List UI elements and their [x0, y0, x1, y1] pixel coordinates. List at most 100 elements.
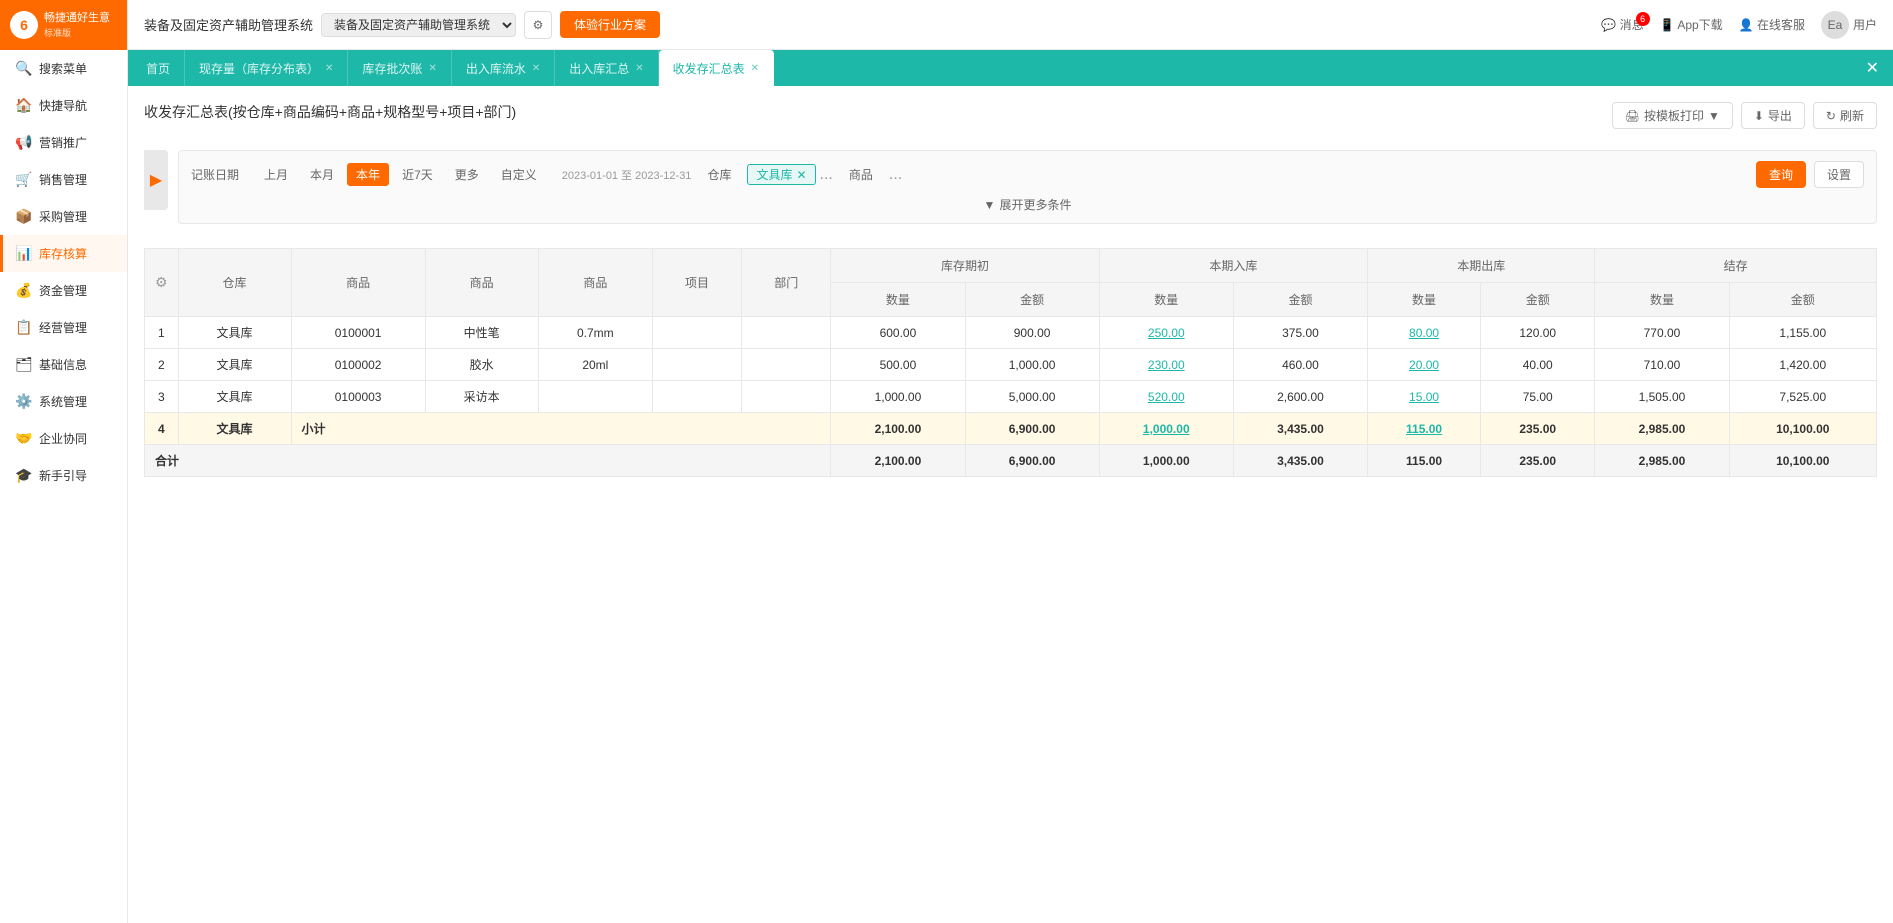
app-name: 畅捷通好生意 — [44, 11, 110, 25]
enterprise-icon: 🤝 — [15, 430, 33, 447]
settings-button[interactable]: 设置 — [1814, 161, 1864, 188]
warehouse-dots[interactable]: ... — [820, 167, 833, 183]
print-icon: 🖨 — [1625, 109, 1640, 123]
sidebar-item-operation[interactable]: 📋 经营管理 — [0, 309, 127, 346]
row-no: 2 — [145, 349, 179, 381]
sales-icon: 🛒 — [15, 171, 33, 188]
product-dots[interactable]: ... — [889, 167, 902, 183]
tab-close-recv-send-summary[interactable]: ✕ — [751, 63, 759, 74]
expand-label: 展开更多条件 — [999, 196, 1071, 213]
date-btn-7days[interactable]: 近7天 — [393, 163, 442, 186]
filter-expand[interactable]: ▼ 展开更多条件 — [191, 196, 1864, 213]
table-row: 2 文具库 0100002 胶水 20ml 500.00 1,000.00 23… — [145, 349, 1877, 381]
col-header-in: 本期入库 — [1099, 249, 1367, 283]
warehouse-tag-close[interactable]: ✕ — [796, 168, 806, 182]
export-button[interactable]: ⬇ 导出 — [1741, 102, 1805, 129]
date-btn-more[interactable]: 更多 — [446, 163, 488, 186]
sidebar-item-label: 新手引导 — [39, 467, 87, 484]
col-header-in-qty: 数量 — [1099, 283, 1233, 317]
sidebar: 6 畅捷通好生意 标准版 🔍 搜索菜单 🏠 快捷导航 📢 营销推广 🛒 销售管理… — [0, 0, 128, 923]
subtotal-out-qty[interactable]: 115.00 — [1368, 413, 1481, 445]
tab-home[interactable]: 首页 — [132, 50, 185, 86]
app-download-link[interactable]: 📱 App下载 — [1660, 16, 1723, 33]
user-menu[interactable]: Ea 用户 — [1821, 11, 1877, 39]
table-settings-icon[interactable]: ⚙ — [155, 274, 168, 290]
row-product-code: 0100002 — [291, 349, 425, 381]
gear-button[interactable]: ⚙ — [524, 11, 552, 39]
subtotal-label: 小计 — [291, 413, 831, 445]
row-product-spec — [538, 381, 652, 413]
subtotal-no: 4 — [145, 413, 179, 445]
phone-icon: 📱 — [1660, 18, 1675, 32]
refresh-button[interactable]: ↻ 刷新 — [1813, 102, 1877, 129]
filter-toggle[interactable]: ▶ — [144, 150, 168, 210]
sidebar-item-purchase[interactable]: 📦 采购管理 — [0, 198, 127, 235]
sidebar-item-enterprise[interactable]: 🤝 企业协同 — [0, 420, 127, 457]
tab-inventory-dist-label: 现存量（库存分布表） — [199, 60, 319, 77]
tab-inventory-dist[interactable]: 现存量（库存分布表） ✕ — [185, 50, 348, 86]
message-badge[interactable]: 💬 消息 6 — [1601, 16, 1643, 33]
tab-close-in-out-flow[interactable]: ✕ — [532, 63, 540, 74]
date-btn-last-month[interactable]: 上月 — [255, 163, 297, 186]
col-header-out-amt: 金额 — [1481, 283, 1595, 317]
subtotal-out-amt: 235.00 — [1481, 413, 1595, 445]
warehouse-tag[interactable]: 文具库 ✕ — [747, 164, 815, 185]
col-header-department: 部门 — [742, 249, 831, 317]
sidebar-item-search[interactable]: 🔍 搜索菜单 — [0, 50, 127, 87]
message-icon: 💬 — [1601, 18, 1616, 32]
row-product-code: 0100003 — [291, 381, 425, 413]
row-in-qty[interactable]: 250.00 — [1099, 317, 1233, 349]
tab-batch-ledger[interactable]: 库存批次账 ✕ — [348, 50, 451, 86]
tab-bar-close[interactable]: ✕ — [1856, 58, 1889, 78]
sidebar-item-sales[interactable]: 🛒 销售管理 — [0, 161, 127, 198]
tab-close-batch-ledger[interactable]: ✕ — [428, 63, 436, 74]
col-header-out: 本期出库 — [1368, 249, 1595, 283]
filter-bar: 记账日期 上月 本月 本年 近7天 更多 自定义 2023-01-01 至 20… — [178, 150, 1877, 224]
row-closing-qty: 710.00 — [1595, 349, 1729, 381]
sidebar-item-inventory[interactable]: 📊 库存核算 — [0, 235, 127, 272]
row-out-qty[interactable]: 80.00 — [1368, 317, 1481, 349]
sidebar-item-system[interactable]: ⚙️ 系统管理 — [0, 383, 127, 420]
topbar-right: 💬 消息 6 📱 App下载 👤 在线客服 Ea 用户 — [1601, 11, 1877, 39]
row-closing-qty: 1,505.00 — [1595, 381, 1729, 413]
sidebar-item-label: 系统管理 — [39, 393, 87, 410]
sidebar-item-guide[interactable]: 🎓 新手引导 — [0, 457, 127, 494]
date-btn-this-month[interactable]: 本月 — [301, 163, 343, 186]
print-label: 按模板打印 — [1644, 107, 1704, 124]
trial-button[interactable]: 体验行业方案 — [560, 11, 660, 38]
query-button[interactable]: 查询 — [1756, 161, 1806, 188]
table-settings-header: ⚙ — [145, 249, 179, 317]
row-out-qty[interactable]: 20.00 — [1368, 349, 1481, 381]
row-department — [742, 349, 831, 381]
row-out-qty[interactable]: 15.00 — [1368, 381, 1481, 413]
tab-close-inventory-dist[interactable]: ✕ — [325, 63, 333, 74]
row-warehouse: 文具库 — [178, 381, 291, 413]
tab-in-out-flow[interactable]: 出入库流水 ✕ — [452, 50, 555, 86]
tab-close-in-out-summary[interactable]: ✕ — [635, 63, 643, 74]
row-product-name: 采访本 — [425, 381, 538, 413]
row-opening-amt: 5,000.00 — [965, 381, 1099, 413]
print-button[interactable]: 🖨 按模板打印 ▼ — [1612, 102, 1733, 129]
total-in-amt: 3,435.00 — [1233, 445, 1367, 477]
system-select[interactable]: 装备及固定资产辅助管理系统 — [321, 13, 516, 37]
subtotal-in-qty[interactable]: 1,000.00 — [1099, 413, 1233, 445]
tab-in-out-summary[interactable]: 出入库汇总 ✕ — [555, 50, 658, 86]
sidebar-item-quick-nav[interactable]: 🏠 快捷导航 — [0, 87, 127, 124]
home-icon: 🏠 — [15, 97, 33, 114]
marketing-icon: 📢 — [15, 134, 33, 151]
row-closing-amt: 1,420.00 — [1729, 349, 1876, 381]
row-in-qty[interactable]: 520.00 — [1099, 381, 1233, 413]
date-btn-custom[interactable]: 自定义 — [492, 163, 546, 186]
sidebar-item-finance[interactable]: 💰 资金管理 — [0, 272, 127, 309]
total-closing-amt: 10,100.00 — [1729, 445, 1876, 477]
col-header-opening-qty: 数量 — [831, 283, 965, 317]
sidebar-item-marketing[interactable]: 📢 营销推广 — [0, 124, 127, 161]
online-service-link[interactable]: 👤 在线客服 — [1739, 16, 1805, 33]
tab-recv-send-summary[interactable]: 收发存汇总表 ✕ — [659, 50, 774, 86]
expand-icon: ▼ — [984, 198, 996, 212]
row-in-qty[interactable]: 230.00 — [1099, 349, 1233, 381]
avatar: Ea — [1821, 11, 1849, 39]
date-btn-this-year[interactable]: 本年 — [347, 163, 389, 186]
col-header-opening: 库存期初 — [831, 249, 1099, 283]
sidebar-item-basic-info[interactable]: 🗂 基础信息 — [0, 346, 127, 383]
